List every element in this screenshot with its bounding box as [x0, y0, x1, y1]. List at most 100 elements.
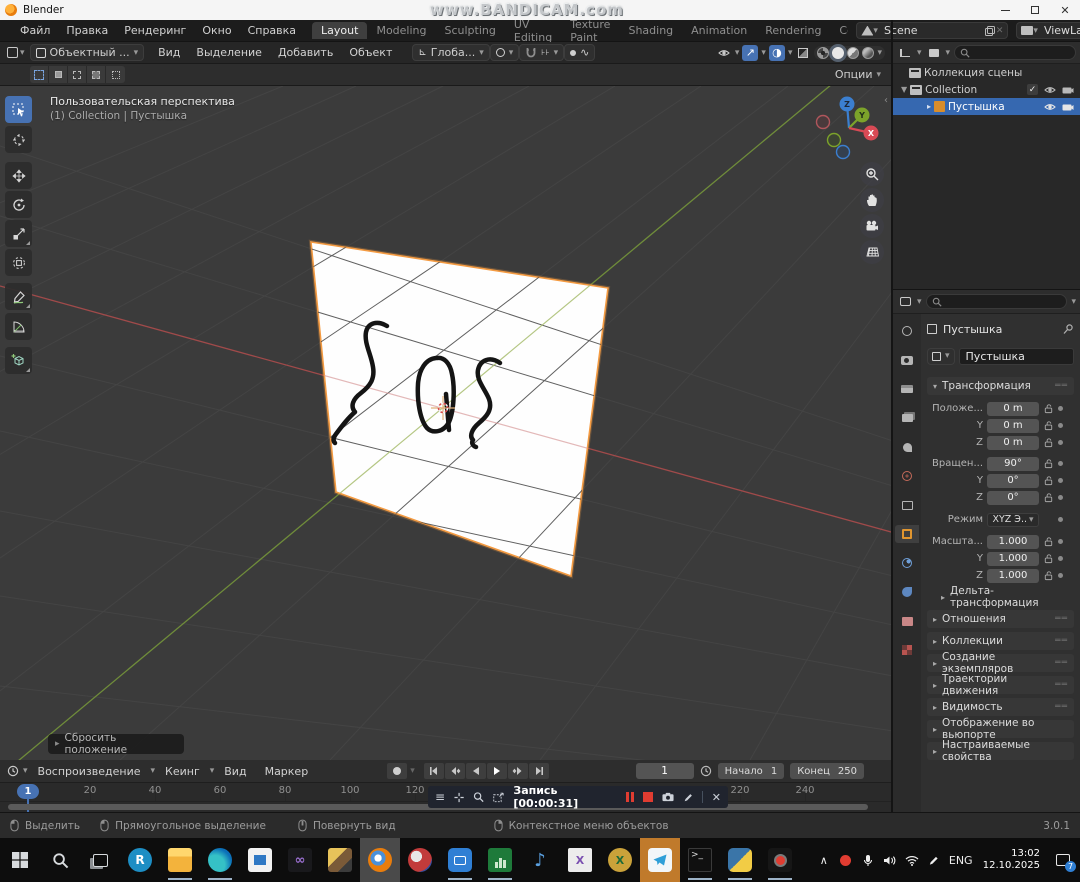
recorder-close-icon[interactable]: ✕ [712, 791, 721, 804]
taskbar-chart-app[interactable] [480, 838, 520, 882]
select-mode-tweak-button[interactable] [30, 66, 49, 83]
taskbar-blender[interactable] [360, 838, 400, 882]
animate-dot-icon[interactable] [1058, 495, 1063, 500]
tab-object-data[interactable] [895, 612, 919, 630]
bandicam-recorder-bar[interactable]: ≡ Запись [00:00:31] ✕ [428, 784, 728, 810]
zoom-button[interactable] [860, 162, 884, 186]
frame-start-field[interactable]: Начало 1 [717, 763, 785, 779]
recorder-zoom-icon[interactable] [473, 791, 484, 803]
tool-move[interactable] [5, 162, 32, 189]
taskbar-telegram[interactable] [640, 838, 680, 882]
tab-tool[interactable] [895, 322, 919, 340]
editor-type-button[interactable] [4, 45, 20, 61]
rotation-x-field[interactable]: 90° [987, 456, 1039, 471]
autokey-toggle-button[interactable] [387, 763, 408, 779]
tab-texture[interactable] [895, 641, 919, 659]
close-button[interactable]: ✕ [1050, 0, 1080, 20]
menu-window[interactable]: Окно [194, 24, 239, 37]
tab-output[interactable] [895, 380, 919, 398]
rotation-z-field[interactable]: 0° [987, 490, 1039, 505]
gizmo-axis-neg-x[interactable] [815, 114, 831, 130]
outliner-filter-icon[interactable] [926, 45, 942, 61]
workspace-tab-texturepaint[interactable]: Texture Paint [561, 16, 619, 46]
taskbar-taskview-button[interactable] [80, 838, 120, 882]
snap-controls[interactable]: ⊦⊦ ▾ [519, 44, 565, 61]
jump-to-end-button[interactable] [528, 763, 549, 779]
tool-scale[interactable] [5, 220, 32, 247]
taskbar-start-button[interactable] [0, 838, 40, 882]
recorder-region-icon[interactable] [493, 792, 504, 803]
hide-eye-icon[interactable] [1044, 85, 1056, 95]
panel-collections[interactable]: ▸ Коллекции ══ [927, 632, 1074, 650]
pin-icon[interactable] [1062, 323, 1074, 335]
next-keyframe-button[interactable] [507, 763, 528, 779]
minimize-button[interactable] [990, 0, 1020, 20]
object-name-field[interactable]: Пустышка [958, 347, 1074, 365]
tool-measure[interactable] [5, 313, 32, 340]
taskbar-python[interactable] [720, 838, 760, 882]
show-hide-icon[interactable] [716, 45, 732, 61]
tab-view-layer[interactable] [895, 409, 919, 427]
unlink-scene-icon[interactable]: ✕ [996, 26, 1004, 36]
taskbar-cmd[interactable]: >_ [680, 838, 720, 882]
play-button[interactable] [486, 763, 507, 779]
operator-panel[interactable]: ▸ Сбросить положение [48, 732, 184, 756]
gizmo-axis-neg-z[interactable] [835, 144, 851, 160]
shading-solid-icon[interactable] [832, 46, 845, 59]
tray-wifi-icon[interactable] [901, 841, 923, 879]
pivot-point-selector[interactable]: ▾ [489, 44, 520, 61]
show-overlays-icon[interactable]: ◑ [768, 44, 785, 61]
properties-editor-type-icon[interactable] [897, 294, 913, 310]
lock-icon[interactable] [1043, 403, 1054, 414]
delta-transform-panel[interactable]: ▸ Дельта-трансформация [927, 585, 1074, 609]
scene-selector[interactable]: ▾ Scene ✕ [856, 22, 1009, 39]
tab-render[interactable] [895, 351, 919, 369]
select-mode-subtract-button[interactable] [87, 66, 106, 83]
viewport-3d[interactable]: Z Y X ‹ Пользовательская перспектива (1)… [0, 86, 891, 760]
new-scene-icon[interactable] [984, 25, 996, 37]
menu-marker[interactable]: Маркер [257, 765, 317, 778]
taskbar-file-explorer[interactable] [160, 838, 200, 882]
scale-x-field[interactable]: 1.000 [987, 534, 1039, 549]
hide-eye-icon[interactable] [1044, 102, 1056, 112]
taskbar-doc-app[interactable]: X [560, 838, 600, 882]
taskbar-app-1[interactable]: R [120, 838, 160, 882]
animate-dot-icon[interactable] [1058, 517, 1063, 522]
filter-chevron-icon[interactable]: ▾ [1071, 297, 1076, 307]
lock-icon[interactable] [1043, 570, 1054, 581]
workspace-tab-rendering[interactable]: Rendering [756, 22, 830, 39]
tab-collection[interactable] [895, 496, 919, 514]
gizmo-axis-neg-y[interactable] [826, 132, 842, 148]
tray-expand-icon[interactable]: ∧ [813, 841, 835, 879]
tray-recording-icon[interactable] [835, 841, 857, 879]
menu-edit[interactable]: Правка [58, 24, 116, 37]
panel-viewport-display[interactable]: ▸ Отображение во вьюпорте [927, 717, 1074, 741]
taskbar-bandicam[interactable] [760, 838, 800, 882]
panel-motion-paths[interactable]: ▸ Траектории движения ══ [927, 673, 1074, 697]
workspace-tab-uvediting[interactable]: UV Editing [505, 16, 561, 46]
menu-view[interactable]: Вид [150, 46, 188, 59]
render-visibility-icon[interactable] [1062, 102, 1074, 112]
tool-cursor[interactable] [5, 126, 32, 153]
taskbar-store[interactable] [240, 838, 280, 882]
menu-object[interactable]: Объект [341, 46, 400, 59]
tool-select-box[interactable] [5, 96, 32, 123]
current-frame-badge[interactable]: 1 [17, 784, 39, 799]
tray-volume-icon[interactable] [879, 841, 901, 879]
workspace-tab-shading[interactable]: Shading [619, 22, 682, 39]
panel-visibility[interactable]: ▸ Видимость ══ [927, 698, 1074, 716]
select-mode-extend-button[interactable] [68, 66, 87, 83]
lock-icon[interactable] [1043, 553, 1054, 564]
lock-icon[interactable] [1043, 492, 1054, 503]
show-gizmo-icon[interactable]: ↗ [742, 44, 759, 61]
transform-panel-header[interactable]: ▾ Трансформация ══ [927, 377, 1074, 395]
collection-checkbox[interactable]: ✓ [1027, 84, 1038, 95]
viewlayer-selector[interactable]: ▾ ViewLayer ✕ [1016, 22, 1080, 39]
timer-icon[interactable] [700, 765, 712, 777]
workspace-tab-modeling[interactable]: Modeling [367, 22, 435, 39]
animate-dot-icon[interactable] [1058, 556, 1063, 561]
rotation-mode-dropdown[interactable]: XYZ Э.. ▾ [987, 512, 1039, 527]
tray-notifications[interactable]: 7 [1046, 841, 1080, 879]
menu-add[interactable]: Добавить [270, 46, 341, 59]
transform-orientation[interactable]: ⊾ Глоба... ▾ [412, 44, 490, 61]
